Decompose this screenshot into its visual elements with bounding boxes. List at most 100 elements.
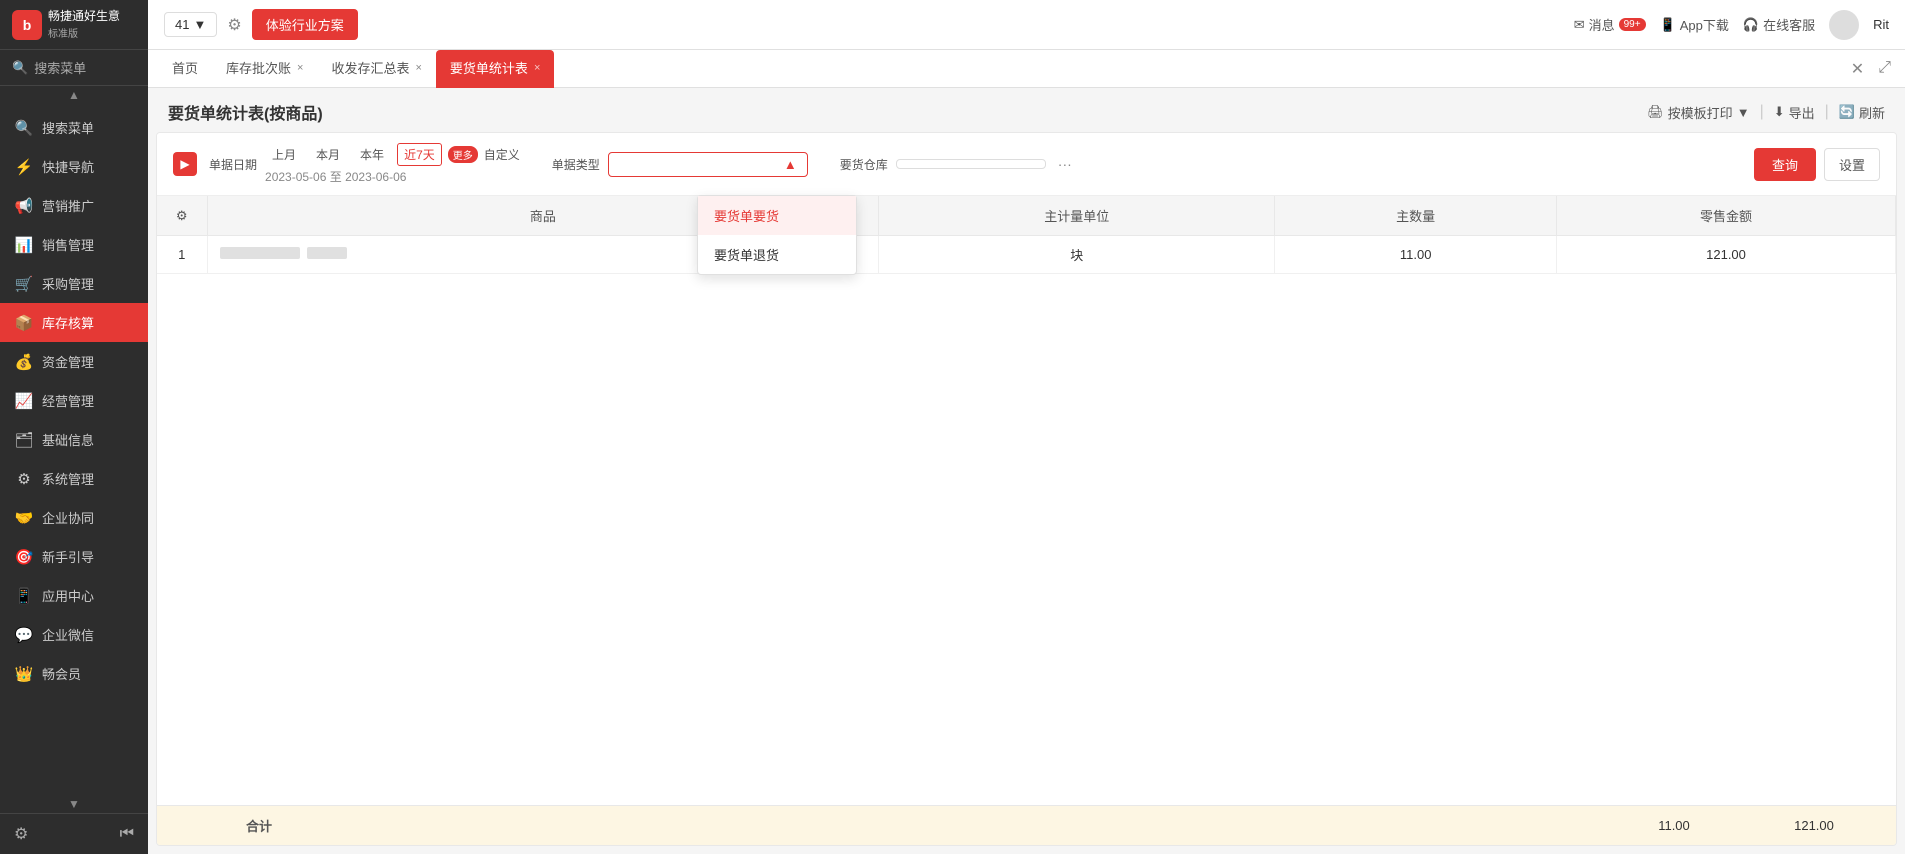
app-download-button[interactable]: 📱 App下载 xyxy=(1660,15,1729,34)
topbar-right: ✉ 消息 99+ 📱 App下载 🎧 在线客服 Rit xyxy=(1574,10,1889,40)
settings-icon[interactable]: ⚙ xyxy=(14,824,28,844)
dropdown-item-return[interactable]: 要货单退货 xyxy=(698,235,856,274)
filter-table-container: ▶ 单据日期 上月 本月 本年 近7天 更多 自定义 2023-05-06 至 … xyxy=(156,132,1897,846)
col-amount: 零售金额 xyxy=(1557,196,1896,236)
tab-receive-summary[interactable]: 收发存汇总表 × xyxy=(317,50,435,88)
tab-order-stats[interactable]: 要货单统计表 × xyxy=(436,50,554,88)
filter-expand-button[interactable]: ▶ xyxy=(173,152,197,176)
date-this-year-btn[interactable]: 本年 xyxy=(353,143,391,166)
tab-inventory-batch-close[interactable]: × xyxy=(297,62,303,74)
sidebar-nav-item-14[interactable]: 👑畅会员 xyxy=(0,654,148,693)
tabs-window-controls: ✕ ⤢ xyxy=(1847,59,1895,79)
warehouse-filter-label: 要货仓库 xyxy=(840,156,888,173)
dropdown-item-order-label: 要货单要货 xyxy=(714,209,779,224)
type-filter-input[interactable]: ▲ xyxy=(608,152,808,177)
refresh-label: 刷新 xyxy=(1859,103,1885,122)
query-button[interactable]: 查询 xyxy=(1754,148,1816,181)
sidebar-nav-item-8[interactable]: 🗂基础信息 xyxy=(0,420,148,459)
table-footer: 合计 11.00 121.00 xyxy=(157,805,1896,845)
sidebar-nav-item-13[interactable]: 💬企业微信 xyxy=(0,615,148,654)
cell-unit: 块 xyxy=(879,236,1275,274)
tab-receive-summary-label: 收发存汇总表 xyxy=(331,58,409,77)
tab-order-stats-close[interactable]: × xyxy=(534,62,540,74)
sidebar-nav-item-12[interactable]: 📱应用中心 xyxy=(0,576,148,615)
col-settings-icon[interactable]: ⚙ xyxy=(176,208,188,223)
refresh-icon: 🔄 xyxy=(1839,104,1855,120)
nav-label-12: 应用中心 xyxy=(42,586,94,605)
app-icon: 📱 xyxy=(1660,17,1676,33)
window-close-btn[interactable]: ✕ xyxy=(1847,59,1868,79)
trial-button[interactable]: 体验行业方案 xyxy=(252,9,358,40)
table-header-row: ⚙ 商品 主计量单位 主数量 零售金额 xyxy=(157,196,1896,236)
page-actions: 🖨 按模板打印 ▼ | ⬇ 导出 | 🔄 刷新 xyxy=(1647,103,1885,122)
nav-label-10: 企业协同 xyxy=(42,508,94,527)
sidebar-nav-item-6[interactable]: 💰资金管理 xyxy=(0,342,148,381)
sidebar-nav-item-7[interactable]: 📈经营管理 xyxy=(0,381,148,420)
nav-icon-10: 🤝 xyxy=(14,509,34,527)
settings-gear-icon[interactable]: ⚙ xyxy=(227,15,241,35)
user-avatar[interactable] xyxy=(1829,10,1859,40)
sidebar-nav-item-5[interactable]: 📦库存核算 xyxy=(0,303,148,342)
messages-button[interactable]: ✉ 消息 99+ xyxy=(1574,15,1646,34)
export-button[interactable]: ⬇ 导出 xyxy=(1774,103,1815,122)
nav-icon-7: 📈 xyxy=(14,392,34,410)
footer-total-amount: 121.00 xyxy=(1744,818,1884,833)
scroll-down[interactable]: ▼ xyxy=(0,795,148,813)
filter-more-button[interactable]: ··· xyxy=(1058,156,1072,172)
tab-inventory-batch-label: 库存批次账 xyxy=(226,58,291,77)
window-expand-btn[interactable]: ⤢ xyxy=(1874,59,1895,79)
sidebar-search-label: 搜索菜单 xyxy=(34,58,86,77)
sidebar-footer: ⚙ ⏮ xyxy=(0,813,148,854)
sidebar-title: 畅捷通好生意 xyxy=(48,9,120,25)
page-title: 要货单统计表(按商品) xyxy=(168,100,323,124)
refresh-button[interactable]: 🔄 刷新 xyxy=(1839,103,1885,122)
scroll-down-arrow[interactable]: ▼ xyxy=(68,797,80,811)
tab-home[interactable]: 首页 xyxy=(158,50,212,88)
sidebar-nav-item-1[interactable]: ⚡快捷导航 xyxy=(0,147,148,186)
sidebar-nav-item-9[interactable]: ⚙系统管理 xyxy=(0,459,148,498)
sidebar-nav-item-11[interactable]: 🎯新手引导 xyxy=(0,537,148,576)
sidebar-search[interactable]: 🔍 搜索菜单 xyxy=(0,50,148,86)
collapse-icon[interactable]: ⏮ xyxy=(120,825,134,843)
warehouse-filter-input[interactable] xyxy=(896,159,1046,169)
nav-icon-5: 📦 xyxy=(14,314,34,332)
nav-icon-13: 💬 xyxy=(14,626,34,644)
tab-inventory-batch[interactable]: 库存批次账 × xyxy=(212,50,317,88)
date-more-badge[interactable]: 更多 xyxy=(448,146,478,163)
nav-label-0: 搜索菜单 xyxy=(42,118,94,137)
table-row: 1 块 11.00 121.00 xyxy=(157,236,1896,274)
nav-icon-0: 🔍 xyxy=(14,119,34,137)
nav-icon-1: ⚡ xyxy=(14,158,34,176)
col-settings[interactable]: ⚙ xyxy=(157,196,207,236)
sidebar-nav-item-2[interactable]: 📢营销推广 xyxy=(0,186,148,225)
nav-icon-14: 👑 xyxy=(14,665,34,683)
scroll-up-arrow[interactable]: ▲ xyxy=(68,88,80,102)
sidebar-nav-item-0[interactable]: 🔍 搜索菜单 xyxy=(0,108,148,147)
print-button[interactable]: 🖨 按模板打印 ▼ xyxy=(1647,103,1749,122)
data-table-container: ⚙ 商品 主计量单位 主数量 零售金额 1 块 11.00 xyxy=(157,196,1896,805)
settings-button[interactable]: 设置 xyxy=(1824,148,1880,181)
date-this-month-btn[interactable]: 本月 xyxy=(309,143,347,166)
product-placeholder2 xyxy=(307,247,347,259)
scroll-up[interactable]: ▲ xyxy=(0,86,148,104)
store-selector[interactable]: 41 ▼ xyxy=(164,12,217,37)
nav-icon-8: 🗂 xyxy=(14,431,34,449)
customer-service-button[interactable]: 🎧 在线客服 xyxy=(1743,15,1815,34)
nav-icon-11: 🎯 xyxy=(14,548,34,566)
dropdown-item-return-label: 要货单退货 xyxy=(714,248,779,263)
date-7days-btn[interactable]: 近7天 xyxy=(397,143,442,166)
date-last-month-btn[interactable]: 上月 xyxy=(265,143,303,166)
divider2: | xyxy=(1825,103,1829,121)
tab-receive-summary-close[interactable]: × xyxy=(415,62,421,74)
sidebar-nav-item-4[interactable]: 🛒采购管理 xyxy=(0,264,148,303)
dropdown-item-order[interactable]: 要货单要货 xyxy=(698,196,856,235)
nav-label-6: 资金管理 xyxy=(42,352,94,371)
sidebar-nav-item-3[interactable]: 📊销售管理 xyxy=(0,225,148,264)
divider1: | xyxy=(1760,103,1764,121)
sidebar-nav-item-10[interactable]: 🤝 企业协同 xyxy=(0,498,148,537)
col-qty: 主数量 xyxy=(1275,196,1557,236)
sidebar-header: b 畅捷通好生意 标准版 xyxy=(0,0,148,50)
date-custom-btn[interactable]: 自定义 xyxy=(484,146,520,163)
date-range-display: 2023-05-06 至 2023-06-06 xyxy=(265,168,520,185)
date-filter-label: 单据日期 xyxy=(209,156,257,173)
